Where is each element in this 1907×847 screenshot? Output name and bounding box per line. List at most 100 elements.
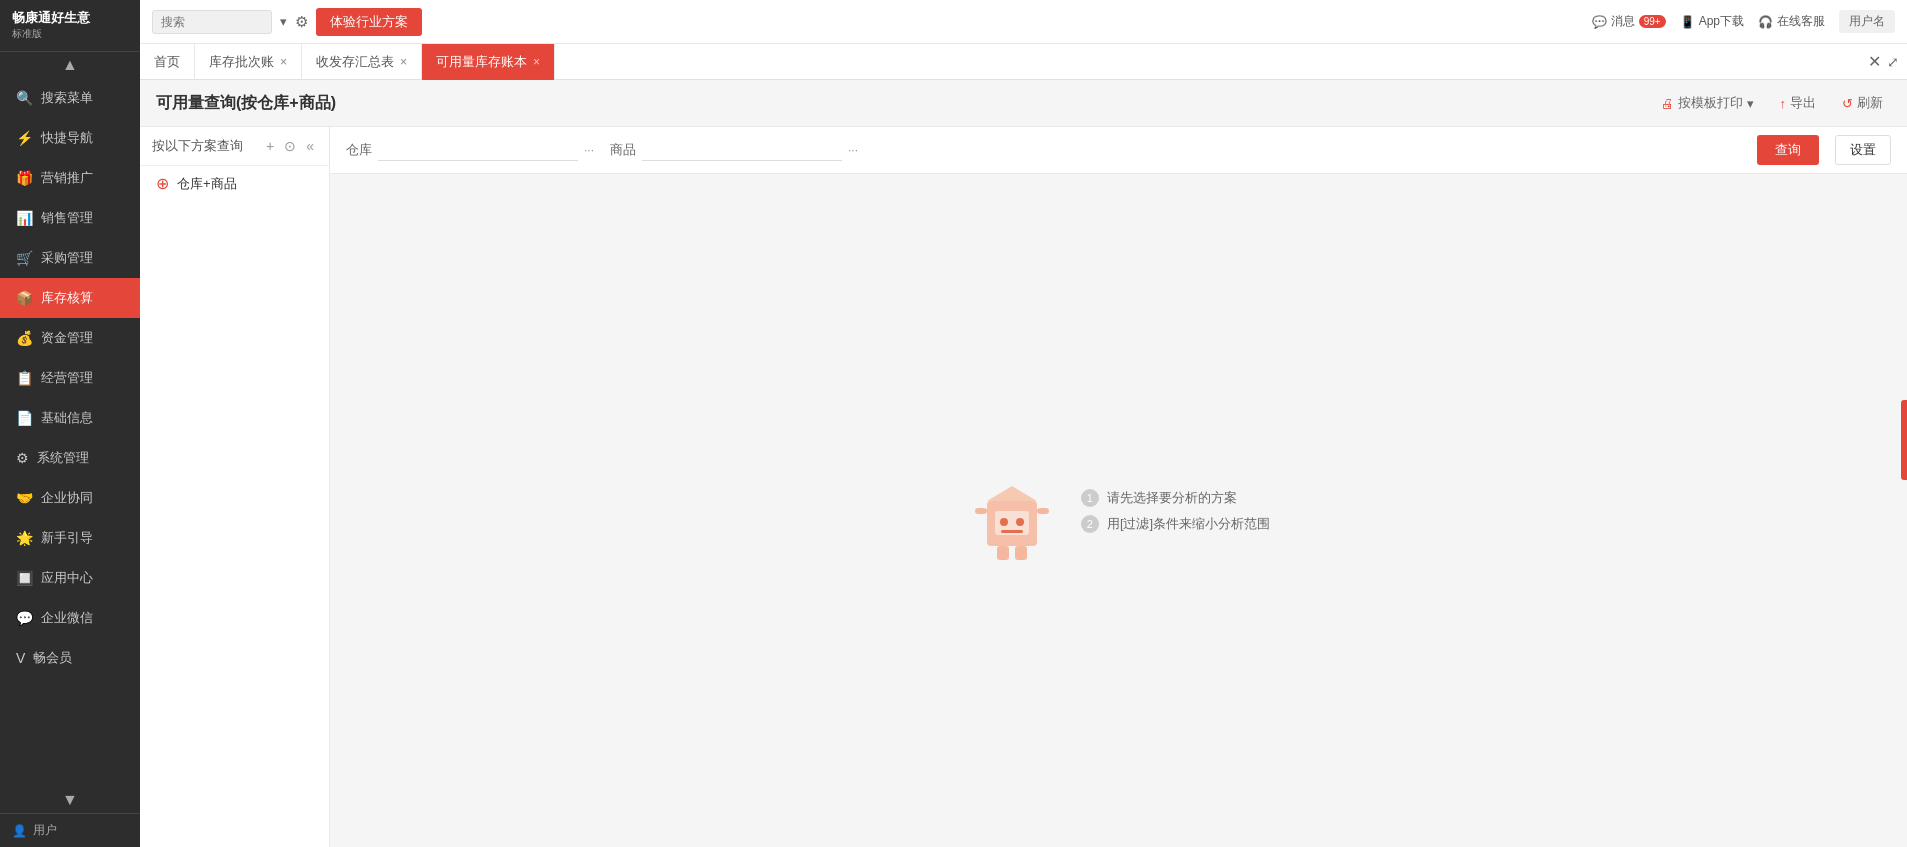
topbar-online-service[interactable]: 🎧 在线客服 [1758, 13, 1825, 30]
tabbar-right: ✕ ⤢ [1868, 52, 1907, 71]
sidebar-item-member[interactable]: V 畅会员 [0, 638, 140, 678]
sidebar-item-enterprise[interactable]: 🤝 企业协同 [0, 478, 140, 518]
finance-icon: 💰 [16, 330, 33, 346]
sidebar-item-basic-info-label: 基础信息 [41, 409, 93, 427]
sidebar-item-inventory-label: 库存核算 [41, 289, 93, 307]
sidebar-item-search[interactable]: 🔍 搜索菜单 [0, 78, 140, 118]
tab-collect-summary-label: 收发存汇总表 [316, 53, 394, 71]
tab-collect-summary[interactable]: 收发存汇总表 × [302, 44, 422, 80]
sidebar-item-enterprise-wechat[interactable]: 💬 企业微信 [0, 598, 140, 638]
sidebar-item-purchase-label: 采购管理 [41, 249, 93, 267]
sidebar-scroll-up[interactable]: ▲ [0, 52, 140, 78]
enterprise-wechat-icon: 💬 [16, 610, 33, 626]
page-title: 可用量查询(按仓库+商品) [156, 93, 336, 114]
export-btn[interactable]: ↑ 导出 [1772, 90, 1825, 116]
query-btn[interactable]: 查询 [1757, 135, 1819, 165]
tab-batch-account[interactable]: 库存批次账 × [195, 44, 302, 80]
filter-row: 仓库 ··· 商品 ··· 查询 设置 [330, 127, 1907, 174]
schema-warehouse-product-label: 仓库+商品 [177, 175, 237, 193]
right-panel: 仓库 ··· 商品 ··· 查询 设置 [330, 127, 1907, 847]
sidebar-item-member-label: 畅会员 [33, 649, 72, 667]
collapse-panel-btn[interactable]: « [303, 137, 317, 155]
tab-home[interactable]: 首页 [140, 44, 195, 80]
export-label: 导出 [1790, 94, 1816, 112]
empty-tips: 1 请先选择要分析的方案 2 用[过滤]条件来缩小分析范围 [1081, 489, 1270, 533]
topbar-right: 💬 消息 99+ 📱 App下载 🎧 在线客服 用户名 [1592, 10, 1895, 33]
tip-1-text: 请先选择要分析的方案 [1107, 489, 1237, 507]
sidebar-item-shortcuts[interactable]: ⚡ 快捷导航 [0, 118, 140, 158]
app-download-label: App下载 [1699, 13, 1744, 30]
topbar-search-input[interactable] [152, 10, 272, 34]
filter-settings-btn[interactable]: 设置 [1835, 135, 1891, 165]
sidebar-item-purchase[interactable]: 🛒 采购管理 [0, 238, 140, 278]
sidebar-item-operations[interactable]: 📋 经营管理 [0, 358, 140, 398]
warehouse-input[interactable] [378, 139, 578, 161]
sidebar-item-newbie[interactable]: 🌟 新手引导 [0, 518, 140, 558]
sidebar-item-system-label: 系统管理 [37, 449, 89, 467]
sales-icon: 📊 [16, 210, 33, 226]
tab-available-ledger[interactable]: 可用量库存账本 × [422, 44, 555, 80]
sidebar-item-inventory[interactable]: 📦 库存核算 [0, 278, 140, 318]
message-icon: 💬 [1592, 15, 1607, 29]
product-input[interactable] [642, 139, 842, 161]
schema-warehouse-product[interactable]: ⊕ 仓库+商品 [140, 166, 329, 201]
sidebar-bottom-user[interactable]: 👤 用户 [0, 813, 140, 847]
system-icon: ⚙ [16, 450, 29, 466]
settings-schema-btn[interactable]: ⊙ [281, 137, 299, 155]
print-icon: 🖨 [1661, 96, 1674, 111]
warehouse-ellipsis-btn[interactable]: ··· [584, 143, 594, 157]
sidebar-item-basic-info[interactable]: 📄 基础信息 [0, 398, 140, 438]
tab-available-ledger-close[interactable]: × [533, 55, 540, 69]
sidebar-logo: 畅康通好生意 标准版 [0, 0, 140, 52]
sidebar-item-sales[interactable]: 📊 销售管理 [0, 198, 140, 238]
refresh-icon: ↺ [1842, 96, 1853, 111]
newbie-icon: 🌟 [16, 530, 33, 546]
print-dropdown-icon: ▾ [1747, 96, 1754, 111]
tab-collect-summary-close[interactable]: × [400, 55, 407, 69]
print-label: 按模板打印 [1678, 94, 1743, 112]
app-download-icon: 📱 [1680, 15, 1695, 29]
sidebar-item-finance[interactable]: 💰 资金管理 [0, 318, 140, 358]
sidebar-item-app-center[interactable]: 🔲 应用中心 [0, 558, 140, 598]
tab-close-window-btn[interactable]: ✕ [1868, 52, 1881, 71]
svg-point-4 [1016, 518, 1024, 526]
page-header: 可用量查询(按仓库+商品) 🖨 按模板打印 ▾ ↑ 导出 ↺ 刷新 [140, 80, 1907, 127]
tab-expand-btn[interactable]: ⤢ [1887, 54, 1899, 70]
topbar-industry-btn[interactable]: 体验行业方案 [316, 8, 422, 36]
empty-illustration [967, 466, 1057, 556]
product-ellipsis-btn[interactable]: ··· [848, 143, 858, 157]
svg-point-3 [1000, 518, 1008, 526]
left-panel-header-actions: + ⊙ « [263, 137, 317, 155]
svg-rect-8 [997, 546, 1009, 560]
message-badge: 99+ [1639, 15, 1666, 28]
filter-product: 商品 ··· [610, 139, 858, 161]
online-service-label: 在线客服 [1777, 13, 1825, 30]
sidebar-item-operations-label: 经营管理 [41, 369, 93, 387]
left-panel: 按以下方案查询 + ⊙ « ⊕ 仓库+商品 [140, 127, 330, 847]
add-schema-btn[interactable]: + [263, 137, 277, 155]
sidebar-item-finance-label: 资金管理 [41, 329, 93, 347]
topbar-message[interactable]: 💬 消息 99+ [1592, 13, 1666, 30]
tab-available-ledger-label: 可用量库存账本 [436, 53, 527, 71]
tabbar: 首页 库存批次账 × 收发存汇总表 × 可用量库存账本 × ✕ ⤢ [140, 44, 1907, 80]
svg-rect-5 [1001, 530, 1023, 533]
tip-2-text: 用[过滤]条件来缩小分析范围 [1107, 515, 1270, 533]
tab-batch-account-close[interactable]: × [280, 55, 287, 69]
refresh-btn[interactable]: ↺ 刷新 [1834, 90, 1891, 116]
print-template-btn[interactable]: 🖨 按模板打印 ▾ [1653, 90, 1762, 116]
inventory-icon: 📦 [16, 290, 33, 306]
right-edge-scroll-bar [1901, 400, 1907, 480]
left-panel-header: 按以下方案查询 + ⊙ « [140, 127, 329, 166]
content-area: 按以下方案查询 + ⊙ « ⊕ 仓库+商品 仓库 ··· [140, 127, 1907, 847]
sidebar: 畅康通好生意 标准版 ▲ 🔍 搜索菜单 ⚡ 快捷导航 🎁 营销推广 📊 销售管理… [0, 0, 140, 847]
topbar-user-avatar[interactable]: 用户名 [1839, 10, 1895, 33]
empty-tip-1: 1 请先选择要分析的方案 [1081, 489, 1270, 507]
sidebar-item-search-label: 搜索菜单 [41, 89, 93, 107]
sidebar-item-marketing[interactable]: 🎁 营销推广 [0, 158, 140, 198]
topbar-dropdown-btn[interactable]: ▾ [280, 14, 287, 29]
sidebar-scroll-down[interactable]: ▼ [0, 787, 140, 813]
sidebar-item-system[interactable]: ⚙ 系统管理 [0, 438, 140, 478]
topbar-gear-btn[interactable]: ⚙ [295, 13, 308, 31]
topbar-app-download[interactable]: 📱 App下载 [1680, 13, 1744, 30]
topbar: ▾ ⚙ 体验行业方案 💬 消息 99+ 📱 App下载 🎧 在线客服 用户名 [140, 0, 1907, 44]
